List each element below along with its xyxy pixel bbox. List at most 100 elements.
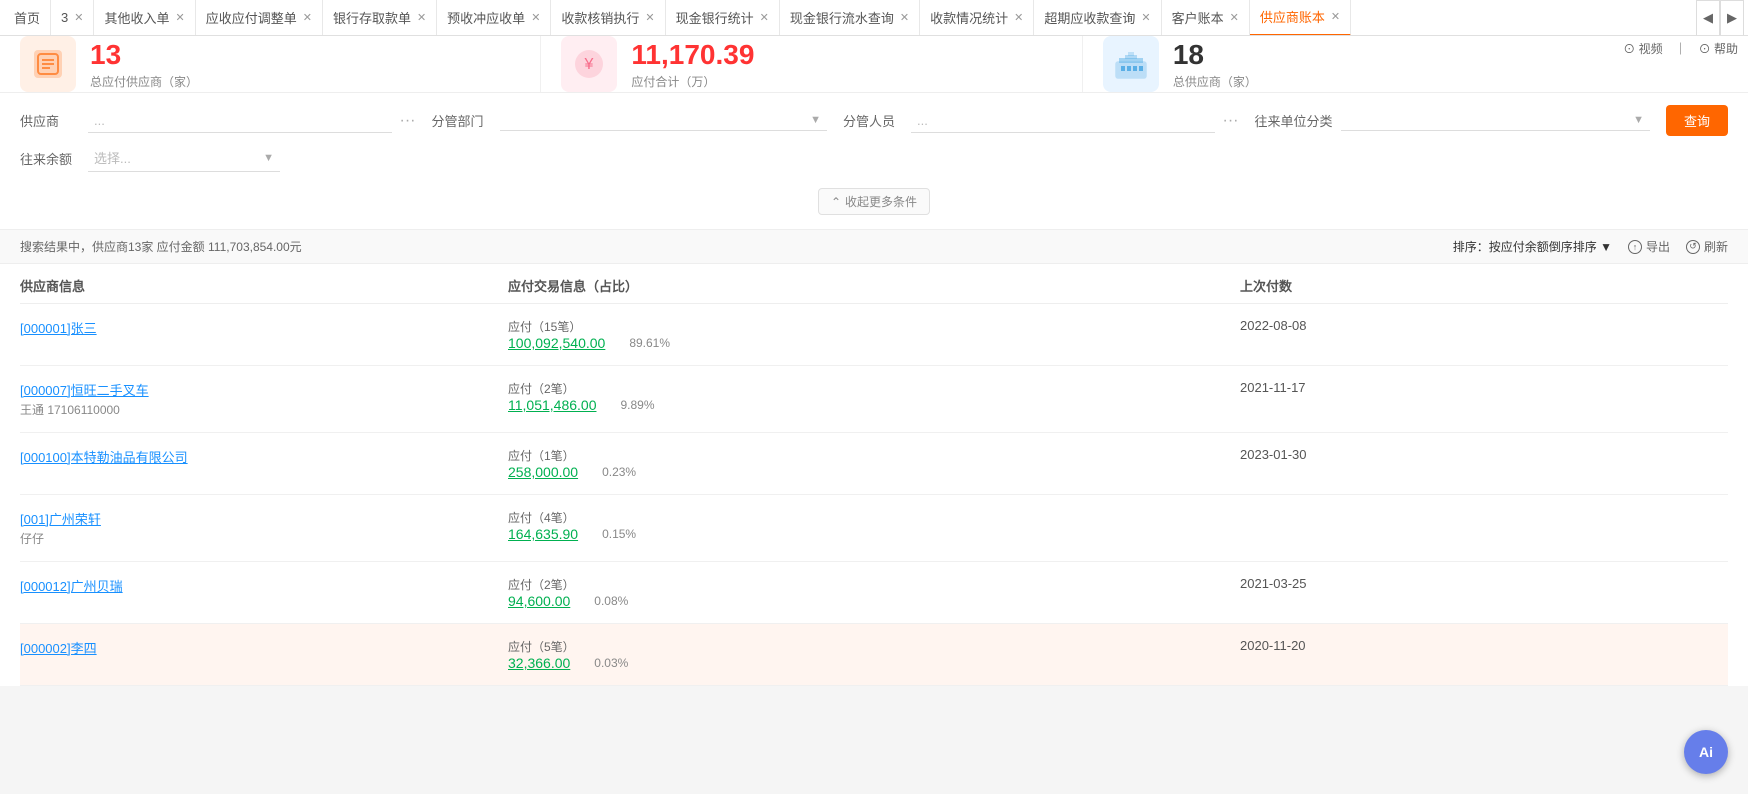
nav-tab-cash-flow-query-close[interactable]: ✕ [900, 11, 909, 24]
lastpay-date-2: 2023-01-30 [1240, 447, 1307, 462]
balance-select[interactable]: 选择... ▼ [88, 144, 280, 172]
dept-filter-label: 分管部门 [432, 111, 492, 130]
table-row: [000002]李四 应付（5笔） 32,366.00 0.03% 2020-1… [20, 624, 1728, 686]
nav-tab-overdue-query[interactable]: 超期应收款查询 ✕ [1034, 0, 1161, 36]
supplier-col-5: [000002]李四 [20, 638, 508, 657]
help-link[interactable]: ⊙ 帮助 [1699, 40, 1738, 57]
nav-tab-customer-ledger-close[interactable]: ✕ [1230, 11, 1239, 24]
nav-next-arrow[interactable]: ▶ [1720, 0, 1744, 36]
transaction-col-3: 应付（4笔） 164,635.90 0.15% [508, 509, 1240, 542]
supplier-input[interactable] [88, 109, 392, 133]
nav-tab-receipt-stat[interactable]: 收款情况统计 ✕ [920, 0, 1034, 36]
nav-tab-3-close[interactable]: ✕ [74, 11, 83, 24]
sort-label[interactable]: 排序：按应付余额倒序排序 ▼ [1453, 238, 1612, 255]
filter-person: 分管人员 ··· [843, 109, 1239, 133]
separator: ｜ [1675, 40, 1687, 57]
supplier-filter-label: 供应商 [20, 111, 80, 130]
nav-tab-cash-bank-stat-close[interactable]: ✕ [760, 11, 769, 24]
nav-tab-cash-flow-query[interactable]: 现金银行流水查询 ✕ [780, 0, 920, 36]
nav-tab-ar-ap-adjust[interactable]: 应收应付调整单 ✕ [196, 0, 323, 36]
nav-tab-other-income[interactable]: 其他收入单 ✕ [94, 0, 195, 36]
tx-amount-4[interactable]: 94,600.00 [508, 593, 570, 609]
table-body: [000001]张三 应付（15笔） 100,092,540.00 89.61%… [20, 304, 1728, 686]
filter-supplier: 供应商 ··· [20, 109, 416, 133]
filter-balance: 往来余额 选择... ▼ [20, 144, 280, 172]
nav-tab-payment-verify[interactable]: 收款核销执行 ✕ [551, 0, 665, 36]
supplier-dots-icon[interactable]: ··· [400, 112, 416, 130]
payable-amount-icon: ¥ [561, 36, 617, 92]
person-input[interactable] [911, 109, 1215, 133]
nav-tab-receipt-stat-close[interactable]: ✕ [1014, 11, 1023, 24]
tx-percent-0: 89.61% [629, 336, 670, 350]
transaction-col-5: 应付（5笔） 32,366.00 0.03% [508, 638, 1240, 671]
nav-tab-supplier-ledger-close[interactable]: ✕ [1331, 10, 1340, 23]
supplier-sub-1: 王通 17106110000 [20, 401, 508, 418]
table-row: [000007]恒旺二手叉车 王通 17106110000 应付（2笔） 11,… [20, 366, 1728, 433]
transaction-col-2: 应付（1笔） 258,000.00 0.23% [508, 447, 1240, 480]
nav-prev-arrow[interactable]: ◀ [1696, 0, 1720, 36]
person-dots-icon[interactable]: ··· [1223, 112, 1239, 130]
lastpay-col-4: 2021-03-25 [1240, 576, 1728, 591]
filter-dept: 分管部门 ▼ [432, 110, 828, 131]
transaction-col-1: 应付（2笔） 11,051,486.00 9.89% [508, 380, 1240, 413]
lastpay-col-1: 2021-11-17 [1240, 380, 1728, 395]
filter-area: 供应商 ··· 分管部门 ▼ 分管人员 ··· 往来单位分类 ▼ 查询 [0, 93, 1748, 230]
tx-label-0: 应付（15笔） [508, 318, 1240, 335]
supplier-name-5[interactable]: [000002]李四 [20, 638, 508, 657]
balance-select-placeholder: 选择... [94, 148, 263, 167]
supplier-name-2[interactable]: [000100]本特勒油品有限公司 [20, 447, 508, 466]
tx-label-3: 应付（4笔） [508, 509, 1240, 526]
nav-tab-bank-deposit-close[interactable]: ✕ [417, 11, 426, 24]
nav-tab-home[interactable]: 首页 [4, 0, 51, 36]
category-select[interactable]: ▼ [1341, 110, 1650, 131]
supplier-name-3[interactable]: [001]广州荣轩 [20, 509, 508, 528]
transaction-col-0: 应付（15笔） 100,092,540.00 89.61% [508, 318, 1240, 351]
export-icon: ↑ [1628, 240, 1642, 254]
tx-label-5: 应付（5笔） [508, 638, 1240, 655]
supplier-name-4[interactable]: [000012]广州贝瑞 [20, 576, 508, 595]
nav-tab-bank-deposit-label: 银行存取款单 [333, 8, 411, 27]
tx-amount-0[interactable]: 100,092,540.00 [508, 335, 605, 351]
lastpay-date-0: 2022-08-08 [1240, 318, 1307, 333]
tx-amount-5[interactable]: 32,366.00 [508, 655, 570, 671]
export-button[interactable]: ↑ 导出 [1628, 238, 1670, 255]
nav-tab-supplier-ledger[interactable]: 供应商账本 ✕ [1250, 0, 1351, 36]
nav-tab-pre-receive[interactable]: 预收冲应收单 ✕ [437, 0, 551, 36]
refresh-button[interactable]: ↺ 刷新 [1686, 238, 1728, 255]
nav-tab-customer-ledger[interactable]: 客户账本 ✕ [1162, 0, 1250, 36]
supplier-name-1[interactable]: [000007]恒旺二手叉车 [20, 380, 508, 399]
nav-tab-payment-verify-label: 收款核销执行 [561, 8, 639, 27]
nav-tab-ar-ap-adjust-label: 应收应付调整单 [206, 8, 297, 27]
video-link[interactable]: ⊙ 视频 [1623, 40, 1662, 57]
nav-tab-bank-deposit[interactable]: 银行存取款单 ✕ [323, 0, 437, 36]
tx-amount-3[interactable]: 164,635.90 [508, 526, 578, 542]
balance-dropdown-icon: ▼ [263, 152, 274, 164]
nav-tab-pre-receive-close[interactable]: ✕ [531, 11, 540, 24]
nav-tab-payment-verify-close[interactable]: ✕ [645, 11, 654, 24]
nav-tab-overdue-query-label: 超期应收款查询 [1044, 8, 1135, 27]
nav-tab-ar-ap-adjust-close[interactable]: ✕ [303, 11, 312, 24]
tx-amount-1[interactable]: 11,051,486.00 [508, 397, 597, 413]
nav-tab-cash-bank-stat[interactable]: 现金银行统计 ✕ [666, 0, 780, 36]
supplier-col-1: [000007]恒旺二手叉车 王通 17106110000 [20, 380, 508, 418]
table-row: [000012]广州贝瑞 应付（2笔） 94,600.00 0.08% 2021… [20, 562, 1728, 624]
supplier-col-2: [000100]本特勒油品有限公司 [20, 447, 508, 466]
nav-tab-other-income-close[interactable]: ✕ [175, 11, 184, 24]
nav-tab-3[interactable]: 3 ✕ [51, 0, 94, 36]
search-button[interactable]: 查询 [1666, 105, 1728, 136]
dept-select[interactable]: ▼ [500, 110, 828, 131]
stat-payable-suppliers: 13 总应付供应商（家） [0, 36, 541, 92]
result-actions: 排序：按应付余额倒序排序 ▼ ↑ 导出 ↺ 刷新 [1453, 238, 1728, 255]
ai-badge[interactable]: Ai [1684, 730, 1728, 774]
payable-suppliers-label: 总应付供应商（家） [90, 73, 198, 90]
supplier-name-0[interactable]: [000001]张三 [20, 318, 508, 337]
col-header-transaction: 应付交易信息（占比） [508, 276, 1240, 295]
table-row: [000001]张三 应付（15笔） 100,092,540.00 89.61%… [20, 304, 1728, 366]
stat-payable-amount: ¥ 11,170.39 应付合计（万） [541, 36, 1082, 92]
collapse-button[interactable]: ⌃ 收起更多条件 [818, 188, 930, 215]
tx-amount-2[interactable]: 258,000.00 [508, 464, 578, 480]
nav-tab-overdue-query-close[interactable]: ✕ [1141, 11, 1150, 24]
nav-tab-cash-bank-stat-label: 现金银行统计 [676, 8, 754, 27]
supplier-col-3: [001]广州荣轩 仔仔 [20, 509, 508, 547]
payable-suppliers-text: 13 总应付供应商（家） [90, 38, 198, 91]
